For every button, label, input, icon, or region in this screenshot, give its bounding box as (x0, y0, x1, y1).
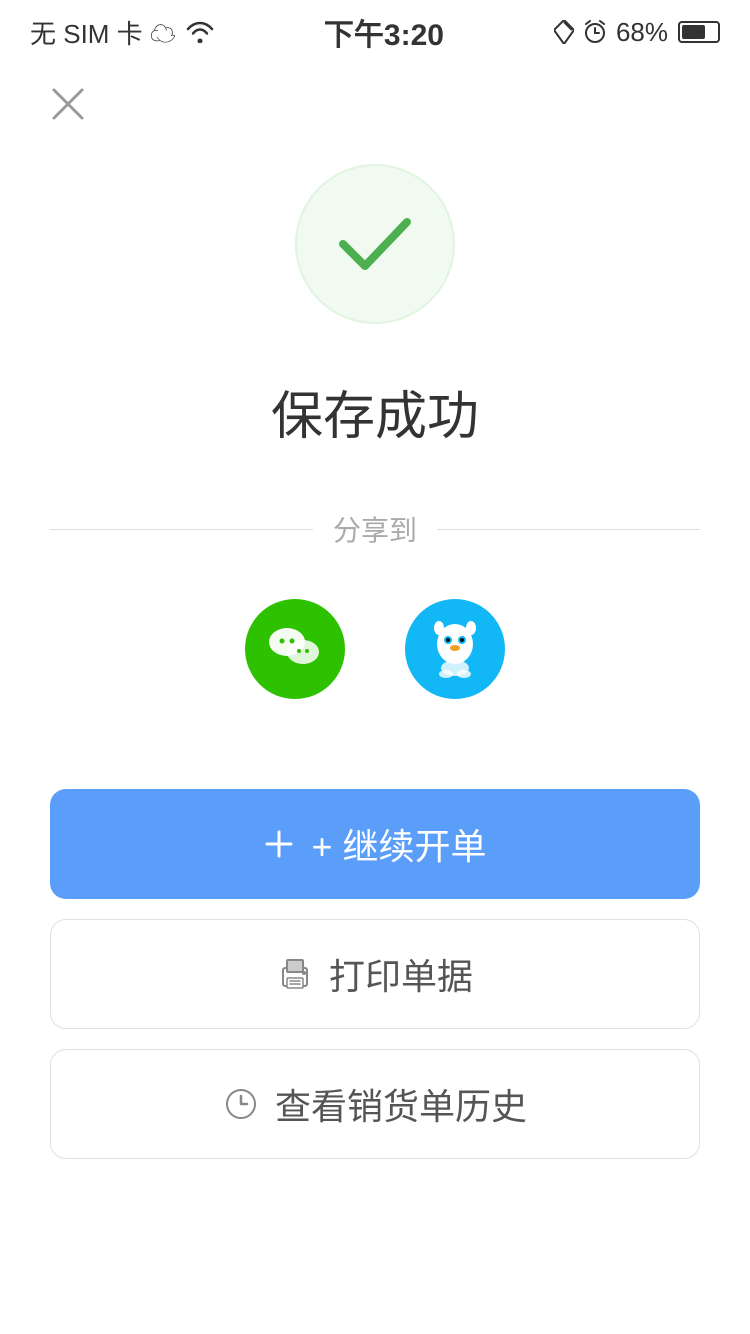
battery-text: 68% (616, 17, 668, 48)
wechat-icon (265, 622, 325, 676)
divider-right (437, 529, 700, 530)
history-label: 查看销货单历史 (275, 1078, 527, 1130)
close-button[interactable] (40, 76, 96, 132)
status-right: 68% (554, 17, 720, 48)
battery-indicator (678, 21, 720, 43)
share-section: 分享到 (0, 509, 750, 699)
continue-label: + 继续开单 (311, 818, 486, 870)
status-bar: 无 SIM 卡 ☁ 下午3:20 68% (0, 0, 750, 64)
share-icons-container (0, 599, 750, 699)
no-sim-text: 无 SIM 卡 ☁ (30, 14, 176, 51)
history-icon (223, 1086, 259, 1122)
alarm-icon (584, 20, 606, 44)
checkmark-icon (335, 214, 415, 274)
history-button[interactable]: 查看销货单历史 (50, 1049, 700, 1159)
divider-left (50, 529, 313, 530)
success-title: 保存成功 (271, 374, 479, 449)
action-buttons: + 继续开单 打印单据 查看销货单历史 (0, 789, 750, 1159)
status-time: 下午3:20 (324, 10, 444, 54)
status-left: 无 SIM 卡 ☁ (30, 14, 214, 51)
plus-icon (263, 828, 295, 860)
qq-share-button[interactable] (405, 599, 505, 699)
qq-icon (426, 618, 484, 680)
print-icon (277, 956, 313, 992)
continue-button[interactable]: + 继续开单 (50, 789, 700, 899)
wechat-share-button[interactable] (245, 599, 345, 699)
print-label: 打印单据 (329, 948, 473, 1000)
location-icon (554, 20, 574, 44)
share-divider: 分享到 (0, 509, 750, 549)
success-indicator (295, 164, 455, 324)
print-button[interactable]: 打印单据 (50, 919, 700, 1029)
wifi-icon (186, 21, 214, 43)
share-label: 分享到 (313, 509, 437, 549)
main-content: 保存成功 分享到 (0, 64, 750, 1159)
close-icon (50, 86, 86, 122)
